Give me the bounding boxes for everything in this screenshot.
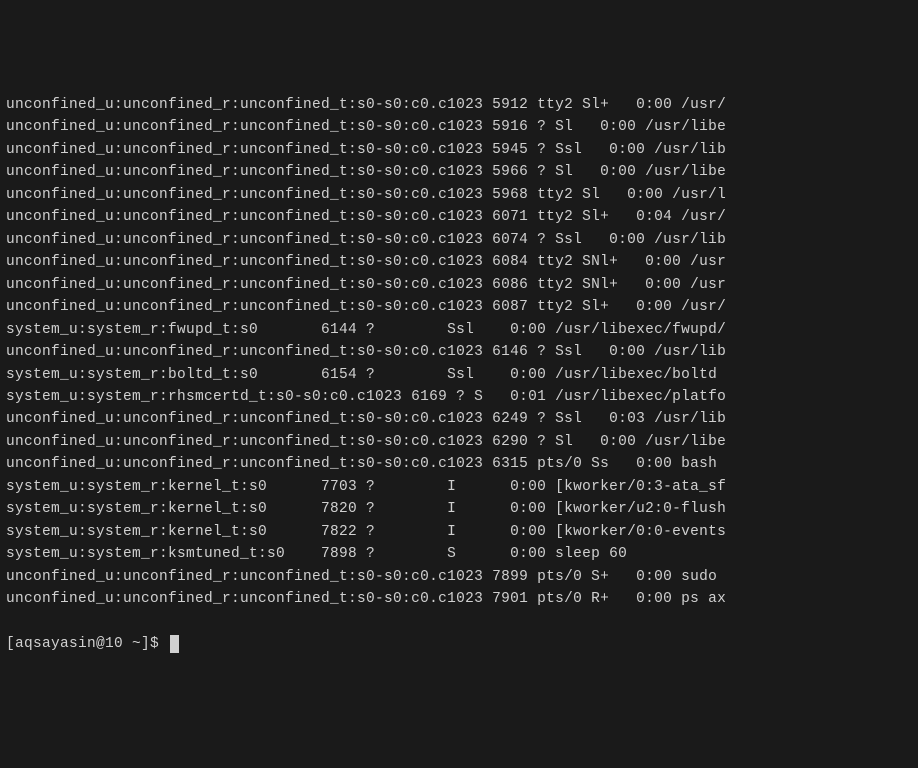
terminal-line: system_u:system_r:ksmtuned_t:s0 7898 ? S…: [6, 543, 912, 565]
terminal-line: system_u:system_r:kernel_t:s0 7703 ? I 0…: [6, 476, 912, 498]
terminal-line: unconfined_u:unconfined_r:unconfined_t:s…: [6, 588, 912, 610]
terminal-line: unconfined_u:unconfined_r:unconfined_t:s…: [6, 116, 912, 138]
terminal-line: unconfined_u:unconfined_r:unconfined_t:s…: [6, 341, 912, 363]
terminal-line: unconfined_u:unconfined_r:unconfined_t:s…: [6, 229, 912, 251]
terminal-line: system_u:system_r:kernel_t:s0 7820 ? I 0…: [6, 498, 912, 520]
terminal-line: unconfined_u:unconfined_r:unconfined_t:s…: [6, 296, 912, 318]
terminal-line: unconfined_u:unconfined_r:unconfined_t:s…: [6, 274, 912, 296]
terminal-line: unconfined_u:unconfined_r:unconfined_t:s…: [6, 139, 912, 161]
terminal-line: unconfined_u:unconfined_r:unconfined_t:s…: [6, 184, 912, 206]
terminal-line: unconfined_u:unconfined_r:unconfined_t:s…: [6, 453, 912, 475]
cursor-block: [170, 635, 179, 653]
terminal-line: unconfined_u:unconfined_r:unconfined_t:s…: [6, 94, 912, 116]
terminal-output: unconfined_u:unconfined_r:unconfined_t:s…: [6, 94, 912, 611]
terminal-line: unconfined_u:unconfined_r:unconfined_t:s…: [6, 206, 912, 228]
shell-prompt: [aqsayasin@10 ~]$: [6, 633, 168, 655]
terminal-line: unconfined_u:unconfined_r:unconfined_t:s…: [6, 161, 912, 183]
terminal-line: system_u:system_r:kernel_t:s0 7822 ? I 0…: [6, 521, 912, 543]
terminal-line: system_u:system_r:boltd_t:s0 6154 ? Ssl …: [6, 364, 912, 386]
terminal-line: unconfined_u:unconfined_r:unconfined_t:s…: [6, 566, 912, 588]
terminal-line: unconfined_u:unconfined_r:unconfined_t:s…: [6, 251, 912, 273]
terminal-line: system_u:system_r:fwupd_t:s0 6144 ? Ssl …: [6, 319, 912, 341]
terminal-line: unconfined_u:unconfined_r:unconfined_t:s…: [6, 431, 912, 453]
terminal-line: system_u:system_r:rhsmcertd_t:s0-s0:c0.c…: [6, 386, 912, 408]
terminal-prompt-line[interactable]: [aqsayasin@10 ~]$: [6, 633, 912, 655]
terminal-line: unconfined_u:unconfined_r:unconfined_t:s…: [6, 408, 912, 430]
